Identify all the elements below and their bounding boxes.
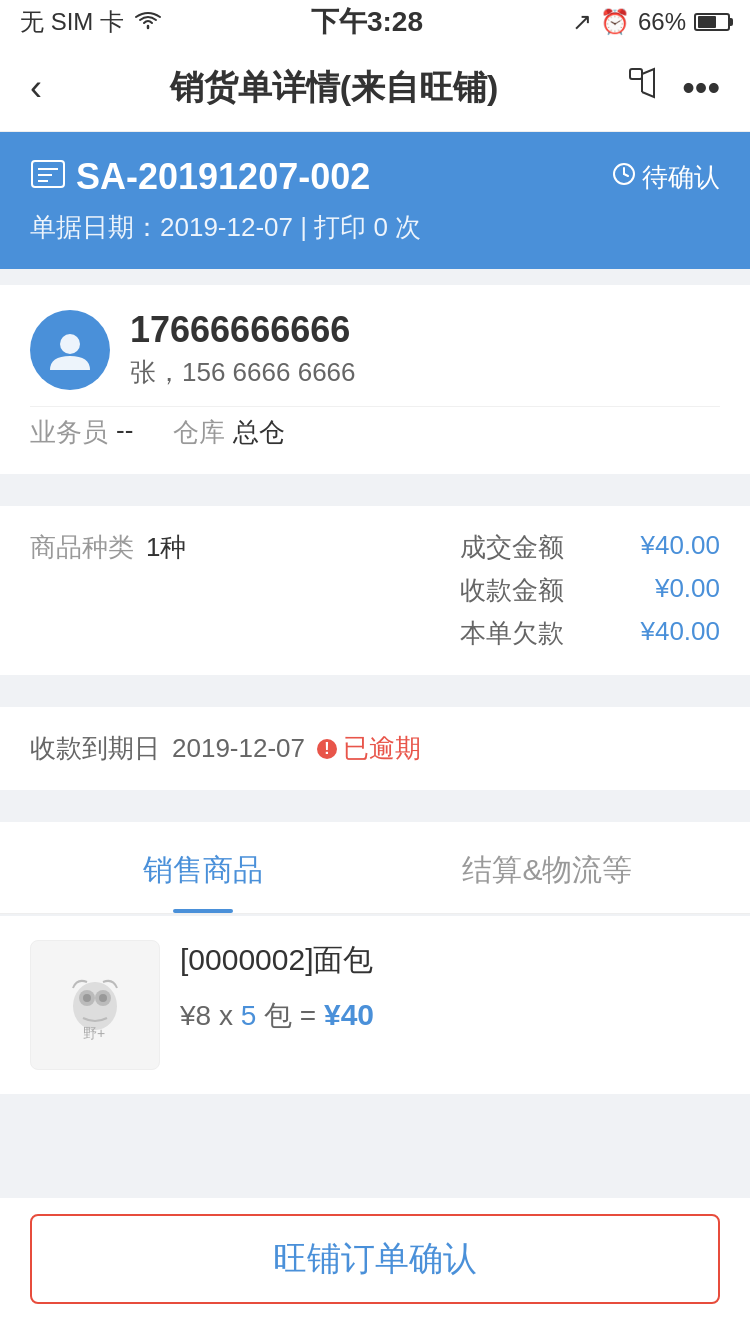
carrier-text: 无 SIM 卡: [20, 6, 124, 38]
tab-settlement[interactable]: 结算&物流等: [375, 822, 720, 913]
tabs-container: 销售商品 结算&物流等: [0, 822, 750, 914]
transaction-label: 成交金额: [460, 530, 564, 565]
product-card: 野+ [0000002]面包 ¥8 x 5 包 = ¥40: [0, 916, 750, 1094]
share-icon[interactable]: [626, 65, 662, 110]
product-image: 野+: [30, 940, 160, 1070]
divider-1: [0, 474, 750, 490]
clock-icon: [612, 162, 636, 193]
status-time: 下午3:28: [311, 3, 423, 41]
svg-point-12: [83, 994, 91, 1002]
transaction-value: ¥40.00: [640, 530, 720, 565]
svg-point-13: [99, 994, 107, 1002]
balance-value: ¥40.00: [640, 616, 720, 651]
overdue-warning-icon: !: [317, 739, 337, 759]
svg-point-9: [73, 982, 117, 1030]
wifi-icon: [134, 8, 162, 36]
customer-name: 张，156 6666 6666: [130, 355, 356, 390]
overdue-badge: ! 已逾期: [317, 731, 421, 766]
product-total: ¥40: [324, 998, 374, 1031]
due-date-label: 收款到期日: [30, 731, 160, 766]
product-type-count: 1种: [146, 530, 186, 565]
status-left: 无 SIM 卡: [20, 6, 162, 38]
warehouse-value: 总仓: [233, 415, 285, 450]
order-id: SA-20191207-002: [30, 156, 370, 198]
balance-label: 本单欠款: [460, 616, 564, 651]
equals-symbol: =: [300, 1000, 324, 1031]
summary-card: 商品种类 1种 成交金额 ¥40.00 收款金额 ¥0.00 本单欠款 ¥40.…: [0, 506, 750, 675]
salesperson-value: --: [116, 415, 133, 450]
warehouse-info: 仓库 总仓: [173, 415, 285, 450]
product-type-label: 商品种类: [30, 530, 134, 565]
payment-amount-row: 收款金额 ¥0.00: [460, 573, 720, 608]
status-bar: 无 SIM 卡 下午3:28 ↗ ⏰ 66%: [0, 0, 750, 44]
price-unit: ¥8: [180, 1000, 211, 1031]
product-unit: 包: [264, 1000, 292, 1031]
order-icon: [30, 156, 66, 198]
salesperson-info: 业务员 --: [30, 415, 133, 450]
svg-line-7: [624, 174, 628, 176]
svg-point-8: [60, 334, 80, 354]
bottom-bar: 旺铺订单确认: [0, 1198, 750, 1334]
customer-info: 17666666666 张，156 6666 6666: [130, 309, 356, 390]
product-name: [0000002]面包: [180, 940, 720, 981]
page-title: 销货单详情(来自旺铺): [170, 65, 499, 111]
product-quantity: 5: [241, 1000, 257, 1031]
product-info: [0000002]面包 ¥8 x 5 包 = ¥40: [180, 940, 720, 1035]
tab-products[interactable]: 销售商品: [30, 822, 375, 913]
nav-bar: ‹ 销货单详情(来自旺铺) •••: [0, 44, 750, 132]
location-icon: ↗: [572, 8, 592, 36]
product-price: ¥8 x 5 包 = ¥40: [180, 997, 720, 1035]
status-right: ↗ ⏰ 66%: [572, 8, 730, 36]
divider-2: [0, 675, 750, 691]
svg-text:野+: 野+: [83, 1025, 105, 1040]
divider-3: [0, 790, 750, 806]
salesperson-label: 业务员: [30, 415, 108, 450]
warehouse-label: 仓库: [173, 415, 225, 450]
order-header: SA-20191207-002 待确认 单据日期：2019-12-07 | 打印…: [0, 132, 750, 269]
balance-row: 本单欠款 ¥40.00: [460, 616, 720, 651]
svg-rect-0: [630, 69, 642, 79]
customer-card: 17666666666 张，156 6666 6666 业务员 -- 仓库 总仓: [0, 285, 750, 474]
overdue-label: 已逾期: [343, 731, 421, 766]
alarm-icon: ⏰: [600, 8, 630, 36]
battery-icon: [694, 13, 730, 31]
due-date-card: 收款到期日 2019-12-07 ! 已逾期: [0, 707, 750, 790]
product-owl-icon: 野+: [55, 960, 135, 1051]
order-date: 单据日期：2019-12-07 | 打印 0 次: [30, 210, 720, 245]
transaction-amount-row: 成交金额 ¥40.00: [460, 530, 720, 565]
avatar: [30, 310, 110, 390]
due-date-value: 2019-12-07: [172, 733, 305, 764]
tabs: 销售商品 结算&物流等: [0, 822, 750, 913]
nav-actions: •••: [626, 65, 720, 110]
multiply-symbol: x: [219, 1000, 241, 1031]
battery-text: 66%: [638, 8, 686, 36]
payment-label: 收款金额: [460, 573, 564, 608]
order-status: 待确认: [612, 160, 720, 195]
amount-info: 成交金额 ¥40.00 收款金额 ¥0.00 本单欠款 ¥40.00: [375, 530, 720, 651]
more-icon[interactable]: •••: [682, 67, 720, 109]
product-type-info: 商品种类 1种: [30, 530, 375, 565]
back-button[interactable]: ‹: [30, 67, 42, 109]
confirm-button[interactable]: 旺铺订单确认: [30, 1214, 720, 1304]
customer-phone: 17666666666: [130, 309, 356, 351]
payment-value: ¥0.00: [655, 573, 720, 608]
